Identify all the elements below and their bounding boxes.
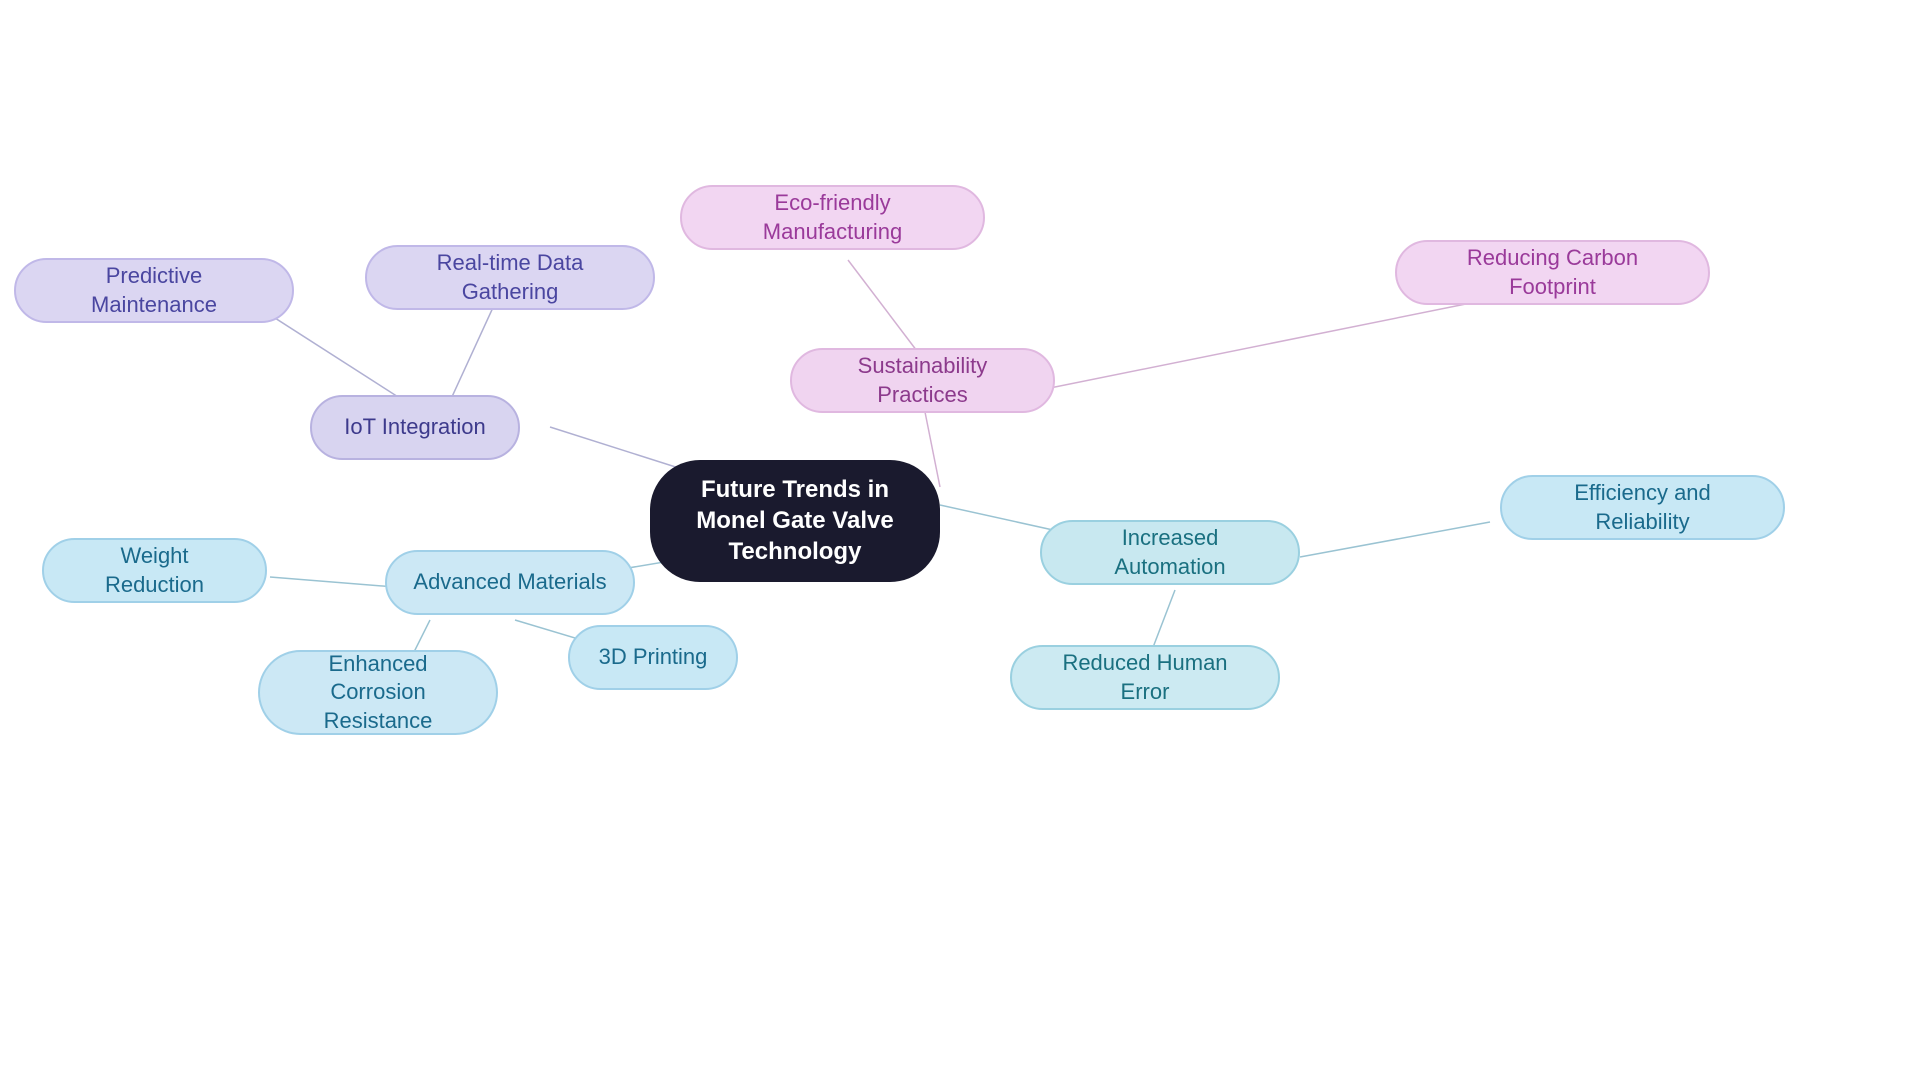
center-node: Future Trends in Monel Gate Valve Techno… xyxy=(650,460,940,582)
iot-node: IoT Integration xyxy=(310,395,520,460)
advanced-label: Advanced Materials xyxy=(413,568,606,597)
carbon-label: Reducing Carbon Footprint xyxy=(1421,244,1684,301)
predictive-label: Predictive Maintenance xyxy=(40,262,268,319)
ecofriendly-node: Eco-friendly Manufacturing xyxy=(680,185,985,250)
enhanced-node: Enhanced Corrosion Resistance xyxy=(258,650,498,735)
weight-node: Weight Reduction xyxy=(42,538,267,603)
predictive-node: Predictive Maintenance xyxy=(14,258,294,323)
automation-node: Increased Automation xyxy=(1040,520,1300,585)
iot-label: IoT Integration xyxy=(344,413,485,442)
sustainability-label: Sustainability Practices xyxy=(816,352,1029,409)
enhanced-label: Enhanced Corrosion Resistance xyxy=(284,650,472,736)
center-label: Future Trends in Monel Gate Valve Techno… xyxy=(674,474,916,568)
sustainability-node: Sustainability Practices xyxy=(790,348,1055,413)
efficiency-node: Efficiency and Reliability xyxy=(1500,475,1785,540)
efficiency-label: Efficiency and Reliability xyxy=(1526,479,1759,536)
humanerror-node: Reduced Human Error xyxy=(1010,645,1280,710)
weight-label: Weight Reduction xyxy=(68,542,241,599)
carbon-node: Reducing Carbon Footprint xyxy=(1395,240,1710,305)
printing-node: 3D Printing xyxy=(568,625,738,690)
realtime-label: Real-time Data Gathering xyxy=(391,249,629,306)
ecofriendly-label: Eco-friendly Manufacturing xyxy=(706,189,959,246)
automation-label: Increased Automation xyxy=(1066,524,1274,581)
humanerror-label: Reduced Human Error xyxy=(1036,649,1254,706)
advanced-node: Advanced Materials xyxy=(385,550,635,615)
realtime-node: Real-time Data Gathering xyxy=(365,245,655,310)
printing-label: 3D Printing xyxy=(599,643,708,672)
